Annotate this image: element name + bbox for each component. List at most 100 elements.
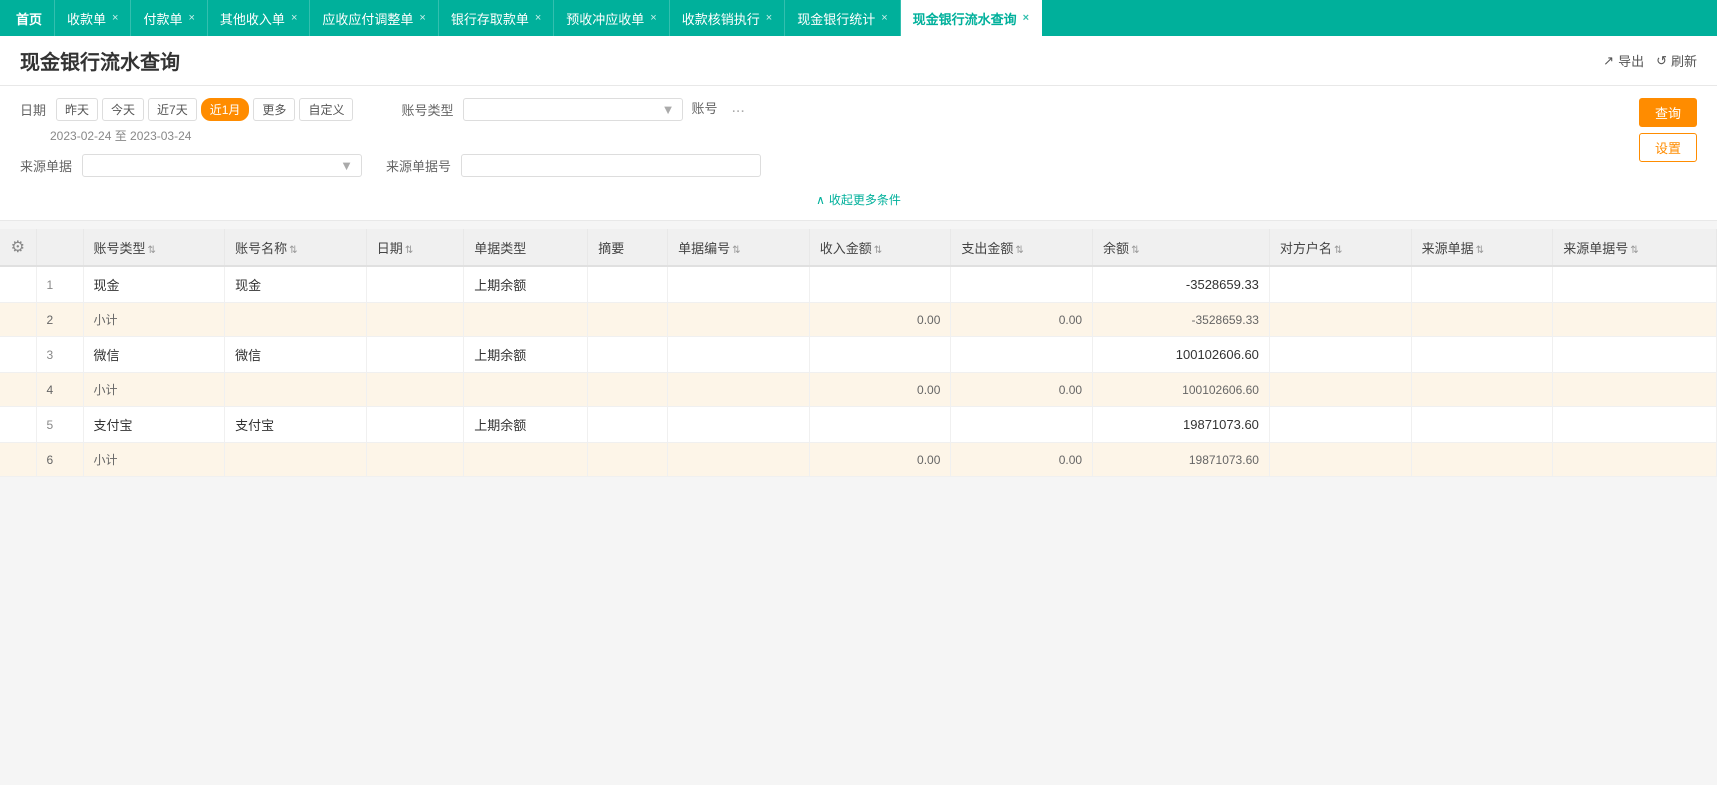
- date-btn-last7[interactable]: 近7天: [148, 98, 197, 121]
- col-account-type[interactable]: 账号类型⇅: [83, 229, 225, 266]
- date-btn-today[interactable]: 今天: [102, 98, 144, 121]
- collapse-filters-button[interactable]: ∧ 收起更多条件: [20, 191, 1697, 208]
- sort-icon: ⇅: [732, 245, 740, 256]
- source-doc-no-input[interactable]: [461, 154, 761, 177]
- close-icon[interactable]: ×: [291, 12, 297, 24]
- close-icon[interactable]: ×: [535, 12, 541, 24]
- cell-expense: 0.00: [951, 443, 1093, 477]
- table-row[interactable]: 2小计0.000.00-3528659.33: [0, 303, 1717, 337]
- account-dots[interactable]: ...: [731, 99, 744, 117]
- settings-button[interactable]: 设置: [1639, 133, 1697, 162]
- col-num: [36, 229, 83, 266]
- cell-date: [366, 407, 463, 443]
- cell-num: 3: [36, 337, 83, 373]
- table-row[interactable]: 3微信微信上期余额100102606.60: [0, 337, 1717, 373]
- header-actions: ↗ 导出 ↺ 刷新: [1603, 51, 1697, 70]
- col-expense[interactable]: 支出金额⇅: [951, 229, 1093, 266]
- account-label: 账号: [691, 98, 717, 117]
- col-source-doc-no[interactable]: 来源单据号⇅: [1553, 229, 1717, 266]
- cell-source-doc-no: [1553, 443, 1717, 477]
- table-row[interactable]: 1现金现金上期余额-3528659.33: [0, 266, 1717, 303]
- cell-balance: 19871073.60: [1093, 443, 1270, 477]
- col-source-doc[interactable]: 来源单据⇅: [1411, 229, 1553, 266]
- cell-doc-type: 上期余额: [464, 337, 588, 373]
- cell-checkbox: [0, 373, 36, 407]
- source-doc-no-label: 来源单据号: [386, 156, 451, 175]
- col-counterpart[interactable]: 对方户名⇅: [1269, 229, 1411, 266]
- col-account-name[interactable]: 账号名称⇅: [225, 229, 367, 266]
- source-doc-select[interactable]: ▼: [82, 154, 362, 177]
- close-icon[interactable]: ×: [419, 12, 425, 24]
- cell-expense: [951, 407, 1093, 443]
- cell-summary: [588, 337, 668, 373]
- cell-doc-no: [668, 407, 810, 443]
- col-settings[interactable]: ⚙: [0, 229, 36, 266]
- cell-source-doc: [1411, 407, 1553, 443]
- cell-date: [366, 443, 463, 477]
- cell-date: [366, 373, 463, 407]
- cell-income: 0.00: [809, 373, 951, 407]
- date-btn-last1m[interactable]: 近1月: [201, 98, 250, 121]
- nav-cash-bank-flow[interactable]: 现金银行流水查询 ×: [901, 0, 1042, 36]
- close-icon[interactable]: ×: [766, 12, 772, 24]
- close-icon[interactable]: ×: [112, 12, 118, 24]
- nav-payment[interactable]: 付款单 ×: [131, 0, 207, 36]
- date-options: 昨天 今天 近7天 近1月 更多 自定义: [56, 98, 353, 121]
- nav-receipt[interactable]: 收款单 ×: [55, 0, 131, 36]
- cell-balance: -3528659.33: [1093, 303, 1270, 337]
- table-row[interactable]: 5支付宝支付宝上期余额19871073.60: [0, 407, 1717, 443]
- sort-icon: ⇅: [874, 245, 882, 256]
- cell-summary: [588, 303, 668, 337]
- col-doc-no[interactable]: 单据编号⇅: [668, 229, 810, 266]
- nav-other-income[interactable]: 其他收入单 ×: [208, 0, 310, 36]
- cell-source-doc: [1411, 337, 1553, 373]
- cell-num: 2: [36, 303, 83, 337]
- cell-doc-no: [668, 443, 810, 477]
- cell-account-type: 微信: [83, 337, 225, 373]
- date-btn-more[interactable]: 更多: [253, 98, 295, 121]
- col-date[interactable]: 日期⇅: [366, 229, 463, 266]
- col-balance[interactable]: 余额⇅: [1093, 229, 1270, 266]
- refresh-button[interactable]: ↺ 刷新: [1656, 51, 1697, 70]
- date-btn-custom[interactable]: 自定义: [299, 98, 353, 121]
- nav-ar-ap-adjust[interactable]: 应收应付调整单 ×: [310, 0, 438, 36]
- cell-num: 4: [36, 373, 83, 407]
- close-icon[interactable]: ×: [650, 12, 656, 24]
- close-icon[interactable]: ×: [1023, 12, 1029, 24]
- account-type-select[interactable]: ▼: [463, 98, 683, 121]
- cell-checkbox: [0, 337, 36, 373]
- top-navigation: 首页 收款单 × 付款单 × 其他收入单 × 应收应付调整单 × 银行存取款单 …: [0, 0, 1717, 36]
- table-row[interactable]: 6小计0.000.0019871073.60: [0, 443, 1717, 477]
- cell-account-name: [225, 373, 367, 407]
- nav-home[interactable]: 首页: [4, 0, 55, 36]
- cell-counterpart: [1269, 337, 1411, 373]
- close-icon[interactable]: ×: [881, 12, 887, 24]
- cell-account-name: [225, 443, 367, 477]
- account-type-label: 账号类型: [401, 100, 453, 119]
- cell-expense: 0.00: [951, 373, 1093, 407]
- cell-date: [366, 303, 463, 337]
- close-icon[interactable]: ×: [188, 12, 194, 24]
- cell-summary: [588, 407, 668, 443]
- table-row[interactable]: 4小计0.000.00100102606.60: [0, 373, 1717, 407]
- dropdown-icon: ▼: [662, 102, 675, 117]
- nav-bank-deposit[interactable]: 银行存取款单 ×: [439, 0, 554, 36]
- table-header-row: ⚙ 账号类型⇅ 账号名称⇅ 日期⇅ 单据类型 摘要 单据编号⇅ 收入金额⇅ 支出…: [0, 229, 1717, 266]
- nav-cash-bank-stats[interactable]: 现金银行统计 ×: [785, 0, 900, 36]
- cell-balance: 100102606.60: [1093, 337, 1270, 373]
- date-btn-yesterday[interactable]: 昨天: [56, 98, 98, 121]
- cell-doc-type: 上期余额: [464, 407, 588, 443]
- export-button[interactable]: ↗ 导出: [1603, 51, 1644, 70]
- cell-doc-type: 上期余额: [464, 266, 588, 303]
- collapse-icon: ∧: [816, 193, 825, 207]
- sort-icon: ⇅: [148, 245, 156, 256]
- cell-source-doc-no: [1553, 303, 1717, 337]
- source-doc-label: 来源单据: [20, 156, 72, 175]
- nav-collection-exec[interactable]: 收款核销执行 ×: [670, 0, 785, 36]
- query-button[interactable]: 查询: [1639, 98, 1697, 127]
- nav-advance-write-off[interactable]: 预收冲应收单 ×: [554, 0, 669, 36]
- cell-summary: [588, 373, 668, 407]
- cell-doc-type: [464, 443, 588, 477]
- right-action-buttons: 查询 设置: [1639, 98, 1697, 162]
- col-income[interactable]: 收入金额⇅: [809, 229, 951, 266]
